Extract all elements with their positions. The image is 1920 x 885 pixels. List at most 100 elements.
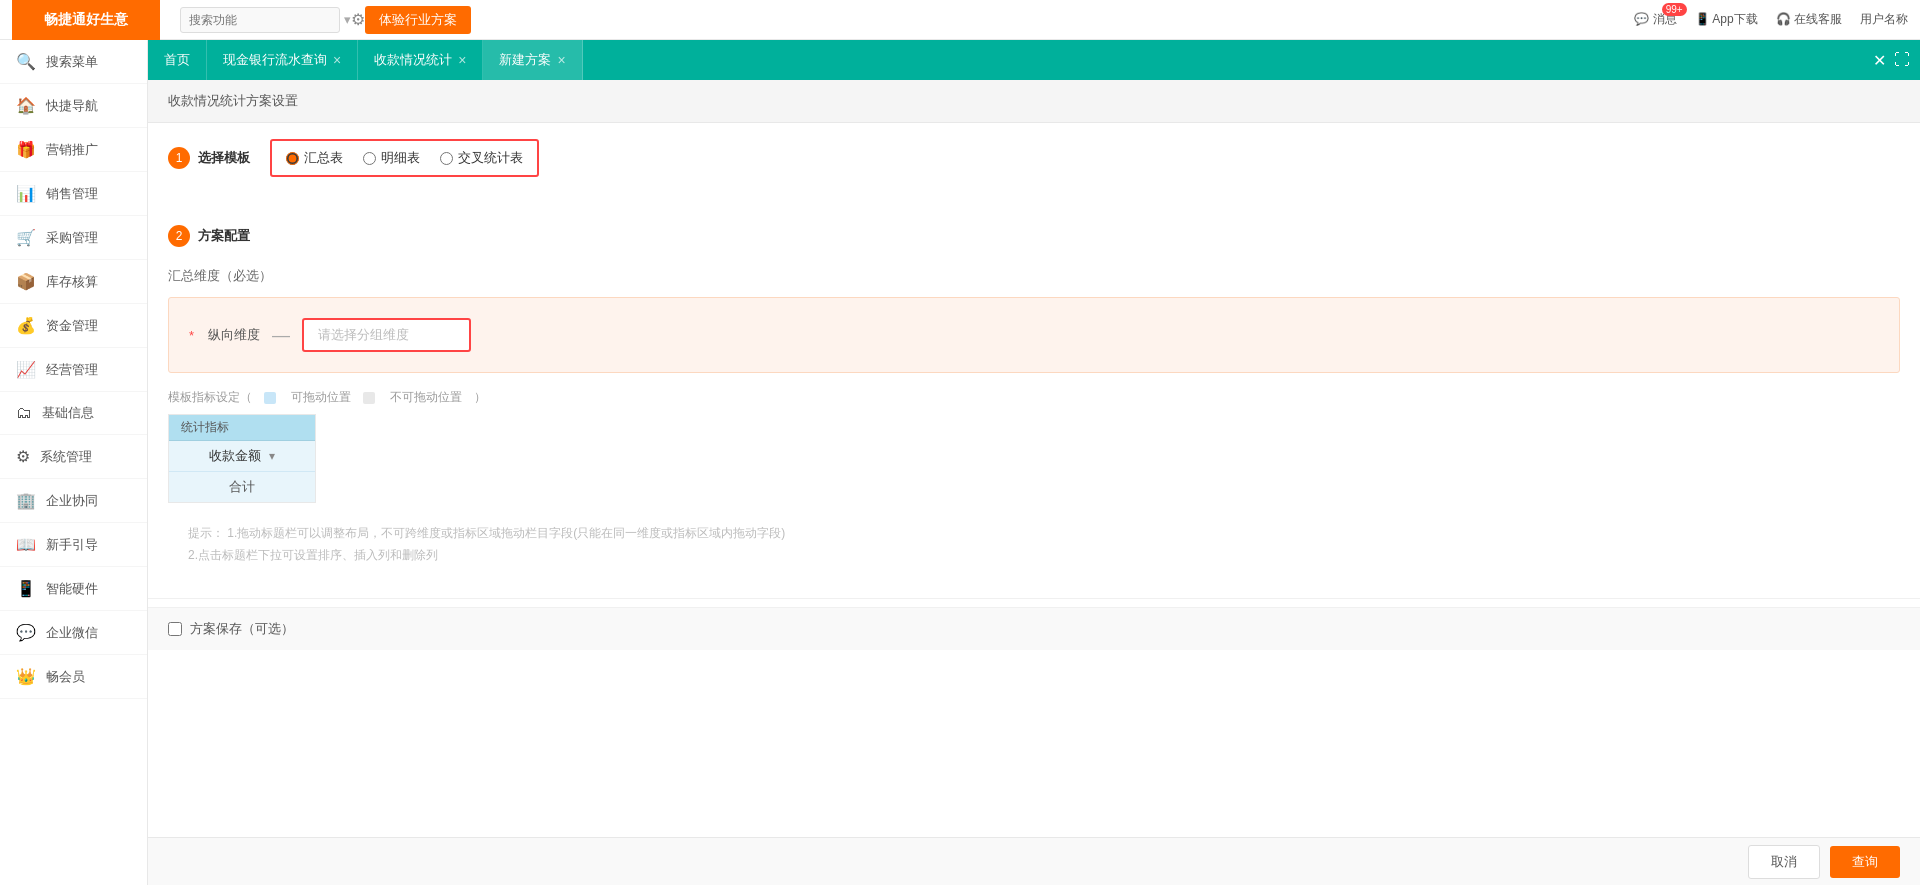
tips-line1: 提示： 1.拖动标题栏可以调整布局，不可跨维度或指标区域拖动栏目字段(只能在同一… xyxy=(188,523,1880,545)
notification-count: 99+ xyxy=(1662,3,1687,16)
sidebar-label-marketing: 营销推广 xyxy=(46,141,98,159)
required-star: * xyxy=(189,328,194,343)
finance-icon: 💰 xyxy=(16,316,36,335)
search-menu-icon: 🔍 xyxy=(16,52,36,71)
tab-collection-stat-close[interactable]: × xyxy=(458,52,466,68)
dimension-select[interactable]: 请选择分组维度 xyxy=(302,318,471,352)
sidebar-item-newbie[interactable]: 📖 新手引导 xyxy=(0,523,147,567)
sidebar-item-quick-nav[interactable]: 🏠 快捷导航 xyxy=(0,84,147,128)
dimension-box: * 纵向维度 — 请选择分组维度 xyxy=(168,297,1900,373)
sidebar-item-operations[interactable]: 📈 经营管理 xyxy=(0,348,147,392)
username[interactable]: 用户名称 xyxy=(1860,11,1908,28)
newbie-icon: 📖 xyxy=(16,535,36,554)
metrics-col1-cell: 合计 xyxy=(169,472,315,502)
sidebar-label-basic-info: 基础信息 xyxy=(42,404,94,422)
header-right: 💬 消息 99+ 📱 App下载 🎧 在线客服 用户名称 xyxy=(1634,11,1908,28)
cancel-button[interactable]: 取消 xyxy=(1748,845,1820,879)
metrics-section: 模板指标设定（ 可拖动位置 不可拖动位置 ） 统计指标 收款金额 ▾ xyxy=(168,389,1900,503)
page-body: 收款情况统计方案设置 1 选择模板 汇总表 明细表 xyxy=(148,80,1920,885)
tab-home[interactable]: 首页 xyxy=(148,40,207,80)
download-label: App下载 xyxy=(1712,12,1757,26)
page-breadcrumb: 收款情况统计方案设置 xyxy=(148,80,1920,123)
sales-icon: 📊 xyxy=(16,184,36,203)
step2-section: 2 方案配置 汇总维度（必选） * 纵向维度 — 请选择分组维度 xyxy=(148,213,1920,590)
sidebar-item-member[interactable]: 👑 畅会员 xyxy=(0,655,147,699)
smart-hw-icon: 📱 xyxy=(16,579,36,598)
sidebar-label-operations: 经营管理 xyxy=(46,361,98,379)
sidebar: 🔍 搜索菜单 🏠 快捷导航 🎁 营销推广 📊 销售管理 🛒 采购管理 📦 库存核… xyxy=(0,40,148,885)
tips-section: 提示： 1.拖动标题栏可以调整布局，不可跨维度或指标区域拖动栏目字段(只能在同一… xyxy=(168,511,1900,578)
sidebar-item-system[interactable]: ⚙ 系统管理 xyxy=(0,435,147,479)
sidebar-item-basic-info[interactable]: 🗂 基础信息 xyxy=(0,392,147,435)
tips-line2: 2.点击标题栏下拉可设置排序、插入列和删除列 xyxy=(188,545,1880,567)
tab-new-plan[interactable]: 新建方案 × xyxy=(483,40,582,80)
sidebar-item-search-menu[interactable]: 🔍 搜索菜单 xyxy=(0,40,147,84)
step1-num: 1 xyxy=(168,147,190,169)
industry-btn[interactable]: 体验行业方案 xyxy=(365,6,471,34)
radio-detail[interactable]: 明细表 xyxy=(363,149,420,167)
system-icon: ⚙ xyxy=(16,447,30,466)
save-section: 方案保存（可选） xyxy=(148,607,1920,650)
query-button[interactable]: 查询 xyxy=(1830,846,1900,878)
bottom-action-bar: 取消 查询 xyxy=(148,837,1920,885)
dimension-row: * 纵向维度 — 请选择分组维度 xyxy=(189,318,1879,352)
enterprise-icon: 🏢 xyxy=(16,491,36,510)
sidebar-label-member: 畅会员 xyxy=(46,668,85,686)
sidebar-item-smart-hw[interactable]: 📱 智能硬件 xyxy=(0,567,147,611)
gear-button[interactable]: ⚙ xyxy=(351,10,365,29)
tab-home-label: 首页 xyxy=(164,51,190,69)
tab-bank-flow[interactable]: 现金银行流水查询 × xyxy=(207,40,358,80)
wechat-icon: 💬 xyxy=(16,623,36,642)
col1-dropdown-icon[interactable]: ▾ xyxy=(269,449,275,463)
tab-new-plan-label: 新建方案 xyxy=(499,51,551,69)
tab-close-all-btn[interactable]: ✕ xyxy=(1873,51,1886,70)
tab-collection-stat-label: 收款情况统计 xyxy=(374,51,452,69)
arrow-right-icon: — xyxy=(272,325,290,346)
step2-num: 2 xyxy=(168,225,190,247)
draggable-dot xyxy=(264,392,276,404)
radio-detail-input[interactable] xyxy=(363,152,376,165)
download-area[interactable]: 📱 App下载 xyxy=(1695,11,1758,28)
save-label: 方案保存（可选） xyxy=(190,620,294,638)
col1-label: 收款金额 xyxy=(209,447,261,465)
sidebar-item-finance[interactable]: 💰 资金管理 xyxy=(0,304,147,348)
tab-bank-flow-close[interactable]: × xyxy=(333,52,341,68)
metrics-col1-header[interactable]: 收款金额 ▾ xyxy=(169,441,315,472)
sidebar-item-enterprise[interactable]: 🏢 企业协同 xyxy=(0,479,147,523)
purchase-icon: 🛒 xyxy=(16,228,36,247)
sidebar-item-inventory[interactable]: 📦 库存核算 xyxy=(0,260,147,304)
radio-summary-input[interactable] xyxy=(286,152,299,165)
search-input[interactable] xyxy=(180,7,340,33)
top-header: 畅捷通好生意 ▾ ⚙ 体验行业方案 💬 消息 99+ 📱 App下载 🎧 在线客… xyxy=(0,0,1920,40)
support-area[interactable]: 🎧 在线客服 xyxy=(1776,11,1842,28)
divider xyxy=(148,598,1920,599)
draggable-label: 可拖动位置 xyxy=(291,389,351,406)
dimension-placeholder-text: 请选择分组维度 xyxy=(318,327,409,342)
dropdown-arrow-icon[interactable]: ▾ xyxy=(344,12,351,27)
save-checkbox[interactable] xyxy=(168,622,182,636)
step1-title: 选择模板 xyxy=(198,149,250,167)
message-icon: 💬 xyxy=(1634,12,1649,26)
sidebar-item-purchase[interactable]: 🛒 采购管理 xyxy=(0,216,147,260)
tab-bank-flow-label: 现金银行流水查询 xyxy=(223,51,327,69)
tab-new-plan-close[interactable]: × xyxy=(557,52,565,68)
logo: 畅捷通好生意 xyxy=(12,0,160,40)
radio-summary[interactable]: 汇总表 xyxy=(286,149,343,167)
download-icon: 📱 xyxy=(1695,12,1710,26)
metrics-table: 统计指标 收款金额 ▾ 合计 xyxy=(168,414,316,503)
template-radio-group: 汇总表 明细表 交叉统计表 xyxy=(270,139,539,177)
tab-collection-stat[interactable]: 收款情况统计 × xyxy=(358,40,483,80)
radio-cross-label: 交叉统计表 xyxy=(458,149,523,167)
radio-cross[interactable]: 交叉统计表 xyxy=(440,149,523,167)
metrics-settings-label: 模板指标设定（ xyxy=(168,389,252,406)
vertical-dim-label: 纵向维度 xyxy=(208,326,260,344)
member-icon: 👑 xyxy=(16,667,36,686)
step1-row: 1 选择模板 汇总表 明细表 交叉统计表 xyxy=(168,139,1900,177)
tab-expand-btn[interactable]: ⛶ xyxy=(1894,51,1910,69)
notification-area[interactable]: 💬 消息 99+ xyxy=(1634,11,1676,28)
sidebar-item-marketing[interactable]: 🎁 营销推广 xyxy=(0,128,147,172)
sidebar-item-sales[interactable]: 📊 销售管理 xyxy=(0,172,147,216)
radio-cross-input[interactable] xyxy=(440,152,453,165)
sidebar-label-purchase: 采购管理 xyxy=(46,229,98,247)
sidebar-item-wechat[interactable]: 💬 企业微信 xyxy=(0,611,147,655)
